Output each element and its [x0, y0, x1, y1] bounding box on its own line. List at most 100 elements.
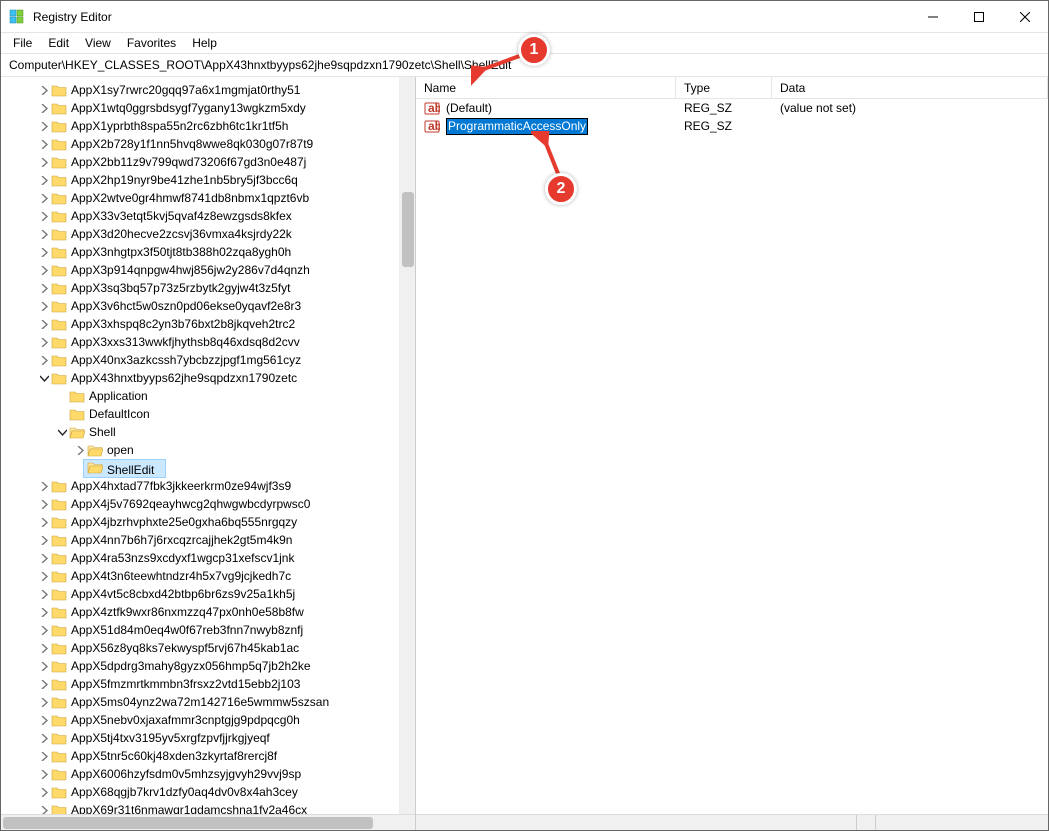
chevron-right-icon[interactable]	[37, 551, 51, 565]
chevron-right-icon[interactable]	[37, 731, 51, 745]
tree-row[interactable]: AppX3xhspq8c2yn3b76bxt2b8jkqveh2trc2	[1, 315, 415, 333]
tree-row[interactable]: AppX3v6hct5w0szn0pd06ekse0yqavf2e8r3	[1, 297, 415, 315]
tree-row[interactable]: AppX5nebv0xjaxafmmr3cnptgjg9pdpqcg0h	[1, 711, 415, 729]
chevron-right-icon[interactable]	[37, 695, 51, 709]
chevron-right-icon[interactable]	[37, 713, 51, 727]
tree-row[interactable]: AppX2hp19nyr9be41zhe1nb5bry5jf3bcc6q	[1, 171, 415, 189]
chevron-right-icon[interactable]	[37, 155, 51, 169]
chevron-right-icon[interactable]	[37, 497, 51, 511]
tree-row[interactable]: AppX4vt5c8cbxd42btbp6br6zs9v25a1kh5j	[1, 585, 415, 603]
tree-row[interactable]: AppX56z8yq8ks7ekwyspf5rvj67h45kab1ac	[1, 639, 415, 657]
chevron-right-icon[interactable]	[37, 191, 51, 205]
tree-row[interactable]: AppX4ztfk9wxr86nxmzzq47px0nh0e58b8fw	[1, 603, 415, 621]
chevron-right-icon[interactable]	[37, 353, 51, 367]
tree-row[interactable]: Shell	[1, 423, 415, 441]
chevron-right-icon[interactable]	[37, 263, 51, 277]
value-name-cell[interactable]: (Default)	[416, 99, 676, 117]
chevron-right-icon[interactable]	[73, 443, 87, 457]
chevron-right-icon[interactable]	[37, 533, 51, 547]
chevron-right-icon[interactable]	[37, 767, 51, 781]
col-header-type[interactable]: Type	[676, 77, 772, 98]
tree-row[interactable]: AppX5tnr5c60kj48xden3zkyrtaf8rercj8f	[1, 747, 415, 765]
chevron-right-icon[interactable]	[37, 281, 51, 295]
col-header-name[interactable]: Name	[416, 77, 676, 98]
tree-row[interactable]: AppX4hxtad77fbk3jkkeerkrm0ze94wjf3s9	[1, 477, 415, 495]
tree-row[interactable]: Application	[1, 387, 415, 405]
tree-row[interactable]: AppX4t3n6teewhtndzr4h5x7vg9jcjkedh7c	[1, 567, 415, 585]
tree-row[interactable]: AppX3p914qnpgw4hwj856jw2y286v7d4qnzh	[1, 261, 415, 279]
maximize-button[interactable]	[956, 1, 1002, 32]
chevron-right-icon[interactable]	[37, 479, 51, 493]
value-name-cell[interactable]: ProgrammaticAccessOnly	[416, 117, 676, 135]
tree-row[interactable]: DefaultIcon	[1, 405, 415, 423]
chevron-right-icon[interactable]	[37, 137, 51, 151]
chevron-down-icon[interactable]	[55, 425, 69, 439]
col-header-data[interactable]: Data	[772, 77, 1048, 98]
tree-row[interactable]: AppX4nn7b6h7j6rxcqzrcajjhek2gt5m4k9n	[1, 531, 415, 549]
chevron-right-icon[interactable]	[37, 569, 51, 583]
chevron-right-icon[interactable]	[37, 785, 51, 799]
tree-row[interactable]: AppX5fmzmrtkmmbn3frsxz2vtd15ebb2j103	[1, 675, 415, 693]
tree-row[interactable]: AppX1yprbth8spa55n2rc6zbh6tc1kr1tf5h	[1, 117, 415, 135]
chevron-right-icon[interactable]	[37, 515, 51, 529]
chevron-right-icon[interactable]	[37, 119, 51, 133]
tree-row[interactable]: AppX33v3etqt5kvj5qvaf4z8ewzgsds8kfex	[1, 207, 415, 225]
chevron-right-icon[interactable]	[37, 335, 51, 349]
tree-row[interactable]: AppX1sy7rwrc20gqq97a6x1mgmjat0rthy51	[1, 81, 415, 99]
menu-favorites[interactable]: Favorites	[119, 34, 184, 52]
value-name-editing[interactable]: ProgrammaticAccessOnly	[446, 118, 588, 135]
chevron-right-icon[interactable]	[37, 623, 51, 637]
tree-scroll[interactable]: AppX1sy7rwrc20gqq97a6x1mgmjat0rthy51AppX…	[1, 77, 415, 814]
tree-row[interactable]: AppX5ms04ynz2wa72m142716e5wmmw5szsan	[1, 693, 415, 711]
chevron-right-icon[interactable]	[37, 659, 51, 673]
tree-row[interactable]: AppX2wtve0gr4hmwf8741db8nbmx1qpzt6vb	[1, 189, 415, 207]
chevron-right-icon[interactable]	[37, 101, 51, 115]
chevron-right-icon[interactable]	[37, 299, 51, 313]
tree-row[interactable]: open	[1, 441, 415, 459]
menu-help[interactable]: Help	[184, 34, 225, 52]
tree-row[interactable]: AppX51d84m0eq4w0f67reb3fnn7nwyb8znfj	[1, 621, 415, 639]
tree-row[interactable]: ShellEdit	[1, 459, 415, 477]
tree-row[interactable]: AppX43hnxtbyyps62jhe9sqpdzxn1790zetc	[1, 369, 415, 387]
chevron-right-icon[interactable]	[37, 749, 51, 763]
chevron-right-icon[interactable]	[37, 245, 51, 259]
chevron-right-icon[interactable]	[37, 587, 51, 601]
tree-row[interactable]: AppX3sq3bq57p73z5rzbytk2gyjw4t3z5fyt	[1, 279, 415, 297]
tree-row[interactable]: AppX68qgjb7krv1dzfy0aq4dv0v8x4ah3cey	[1, 783, 415, 801]
tree-row[interactable]: AppX2bb11z9v799qwd73206f67gd3n0e487j	[1, 153, 415, 171]
tree-row[interactable]: AppX3xxs313wwkfjhythsb8q46xdsq8d2cvv	[1, 333, 415, 351]
chevron-right-icon[interactable]	[37, 641, 51, 655]
tree-row[interactable]: AppX40nx3azkcssh7ybcbzzjpgf1mg561cyz	[1, 351, 415, 369]
value-row[interactable]: (Default)REG_SZ(value not set)	[416, 99, 1048, 117]
menu-file[interactable]: File	[5, 34, 40, 52]
chevron-right-icon[interactable]	[37, 677, 51, 691]
tree-horizontal-scrollbar[interactable]	[1, 814, 415, 830]
tree-row[interactable]: AppX69r31t6nmawqr1gdamcshna1fy2a46cx	[1, 801, 415, 814]
tree-row[interactable]: AppX5tj4txv3195yv5xrgfzpvfjjrkgjyeqf	[1, 729, 415, 747]
tree-row[interactable]: AppX3nhgtpx3f50tjt8tb388h02zqa8ygh0h	[1, 243, 415, 261]
chevron-right-icon[interactable]	[37, 605, 51, 619]
chevron-right-icon[interactable]	[37, 317, 51, 331]
chevron-right-icon[interactable]	[37, 803, 51, 814]
value-row[interactable]: ProgrammaticAccessOnlyREG_SZ	[416, 117, 1048, 135]
minimize-button[interactable]	[910, 1, 956, 32]
tree-row[interactable]: AppX5dpdrg3mahy8gyzx056hmp5q7jb2h2ke	[1, 657, 415, 675]
tree-row[interactable]: AppX4ra53nzs9xcdyxf1wgcp31xefscv1jnk	[1, 549, 415, 567]
chevron-right-icon[interactable]	[37, 227, 51, 241]
close-button[interactable]	[1002, 1, 1048, 32]
values-horizontal-scrollbar[interactable]	[416, 814, 1048, 830]
chevron-right-icon[interactable]	[37, 209, 51, 223]
tree-hscroll-thumb[interactable]	[3, 817, 373, 829]
menu-view[interactable]: View	[77, 34, 119, 52]
tree-row[interactable]: AppX1wtq0ggrsbdsygf7ygany13wgkzm5xdy	[1, 99, 415, 117]
tree-row[interactable]: AppX6006hzyfsdm0v5mhzsyjgvyh29vvj9sp	[1, 765, 415, 783]
tree-vertical-scrollbar[interactable]	[399, 77, 415, 814]
tree-row[interactable]: AppX4j5v7692qeayhwcg2qhwgwbcdyrpwsc0	[1, 495, 415, 513]
chevron-down-icon[interactable]	[37, 371, 51, 385]
chevron-right-icon[interactable]	[37, 173, 51, 187]
tree-row[interactable]: AppX4jbzrhvphxte25e0gxha6bq555nrgqzy	[1, 513, 415, 531]
menu-edit[interactable]: Edit	[40, 34, 77, 52]
tree-vscroll-thumb[interactable]	[402, 192, 414, 267]
chevron-right-icon[interactable]	[37, 83, 51, 97]
tree-row[interactable]: AppX3d20hecve2zcsvj36vmxa4ksjrdy22k	[1, 225, 415, 243]
